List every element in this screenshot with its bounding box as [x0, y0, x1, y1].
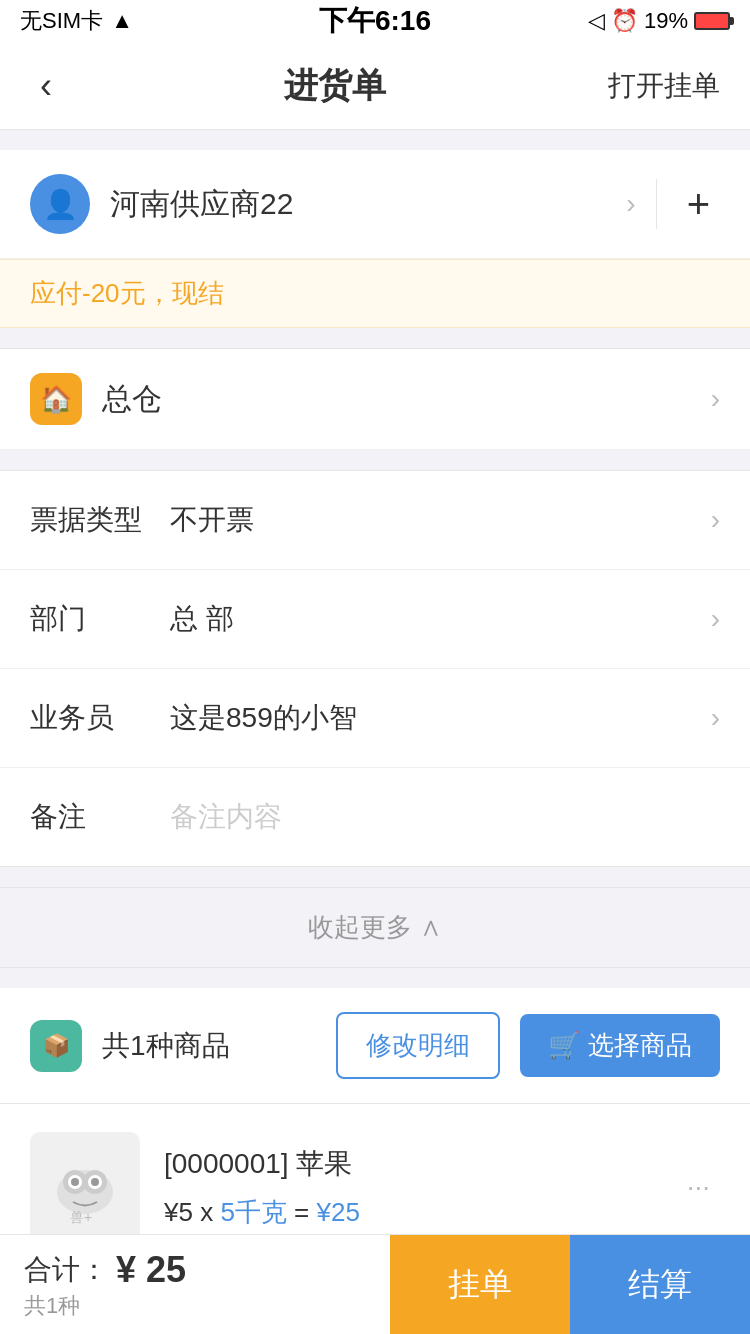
product-image: 兽+ [30, 1132, 140, 1242]
total-sub: 共1种 [24, 1291, 366, 1321]
department-chevron-icon: › [711, 603, 720, 635]
invoice-chevron-icon: › [711, 504, 720, 536]
product-quantity: 5千克 [220, 1197, 286, 1227]
form-row-salesperson[interactable]: 业务员 这是859的小智 › [0, 669, 750, 768]
cart-icon: 🛒 [548, 1030, 580, 1061]
price-unit: ¥5 [164, 1197, 193, 1227]
gap-1 [0, 130, 750, 150]
warehouse-row[interactable]: 🏠 总仓 › [0, 348, 750, 450]
location-icon: ◁ [588, 8, 605, 34]
svg-point-5 [71, 1178, 79, 1186]
form-row-invoice[interactable]: 票据类型 不开票 › [0, 471, 750, 570]
product-count-icon: 📦 [30, 1020, 82, 1072]
total-amount: ¥ 25 [116, 1249, 186, 1291]
back-button[interactable]: ‹ [30, 55, 62, 117]
select-product-button[interactable]: 🛒 选择商品 [520, 1014, 720, 1077]
page-title: 进货单 [284, 63, 386, 109]
checkout-label: 结算 [628, 1263, 692, 1307]
warehouse-icon: 🏠 [30, 373, 82, 425]
bottom-bar: 合计： ¥ 25 共1种 挂单 结算 [0, 1234, 750, 1334]
invoice-type-label: 票据类型 [30, 501, 150, 539]
status-right: ◁ ⏰ 19% [588, 8, 730, 34]
checkout-button[interactable]: 结算 [570, 1235, 750, 1334]
salesperson-value: 这是859的小智 [150, 699, 701, 737]
invoice-type-value: 不开票 [150, 501, 701, 539]
product-total: ¥25 [317, 1197, 360, 1227]
department-label: 部门 [30, 600, 150, 638]
department-value: 总 部 [150, 600, 701, 638]
form-section: 票据类型 不开票 › 部门 总 部 › 业务员 这是859的小智 › 备注 备注… [0, 470, 750, 867]
supplier-chevron-icon: › [626, 188, 635, 220]
product-header: 📦 共1种商品 修改明细 🛒 选择商品 [0, 988, 750, 1104]
product-title: 苹果 [296, 1148, 352, 1179]
svg-point-6 [91, 1178, 99, 1186]
battery-icon [694, 12, 730, 30]
remark-label: 备注 [30, 798, 150, 836]
total-label: 合计： [24, 1251, 108, 1289]
status-left: 无SIM卡 ▲ [20, 6, 133, 36]
form-row-remark[interactable]: 备注 备注内容 [0, 768, 750, 866]
gap-4 [0, 968, 750, 988]
product-count-text: 共1种商品 [102, 1027, 316, 1065]
hang-label: 挂单 [448, 1263, 512, 1307]
divider [656, 179, 657, 229]
edit-detail-button[interactable]: 修改明细 [336, 1012, 500, 1079]
supplier-name: 河南供应商22 [110, 184, 616, 225]
battery-percent: 19% [644, 8, 688, 34]
salesperson-label: 业务员 [30, 699, 150, 737]
notice-bar: 应付-20元，现结 [0, 259, 750, 328]
alarm-icon: ⏰ [611, 8, 638, 34]
supplier-row[interactable]: 👤 河南供应商22 › + [0, 150, 750, 259]
product-id: [0000001] [164, 1148, 289, 1179]
salesperson-chevron-icon: › [711, 702, 720, 734]
supplier-avatar: 👤 [30, 174, 90, 234]
hang-button[interactable]: 挂单 [390, 1235, 570, 1334]
gap-2 [0, 328, 750, 348]
total-area: 合计： ¥ 25 共1种 [0, 1235, 390, 1334]
product-thumbnail: 兽+ [30, 1132, 140, 1242]
total-main: 合计： ¥ 25 [24, 1249, 366, 1291]
product-price: ¥5 x 5千克 = ¥25 [164, 1195, 653, 1230]
select-product-label: 选择商品 [588, 1028, 692, 1063]
warehouse-chevron-icon: › [711, 383, 720, 415]
open-hang-button[interactable]: 打开挂单 [608, 67, 720, 105]
wifi-icon: ▲ [111, 8, 133, 34]
remark-input[interactable]: 备注内容 [150, 798, 720, 836]
add-button[interactable]: + [677, 182, 720, 227]
status-bar: 无SIM卡 ▲ 下午6:16 ◁ ⏰ 19% [0, 0, 750, 42]
notice-text: 应付-20元，现结 [30, 278, 224, 308]
collapse-label: 收起更多 ∧ [308, 912, 441, 942]
collapse-button[interactable]: 收起更多 ∧ [0, 887, 750, 968]
nav-bar: ‹ 进货单 打开挂单 [0, 42, 750, 130]
form-row-department[interactable]: 部门 总 部 › [0, 570, 750, 669]
product-name: [0000001] 苹果 [164, 1145, 653, 1183]
svg-text:兽+: 兽+ [70, 1209, 92, 1225]
product-more-button[interactable]: ··· [677, 1161, 720, 1213]
status-time: 下午6:16 [319, 2, 431, 40]
warehouse-name: 总仓 [102, 379, 701, 420]
avatar-icon: 👤 [43, 188, 78, 221]
product-info: [0000001] 苹果 ¥5 x 5千克 = ¥25 [164, 1145, 653, 1230]
carrier-label: 无SIM卡 [20, 6, 103, 36]
gap-3 [0, 450, 750, 470]
